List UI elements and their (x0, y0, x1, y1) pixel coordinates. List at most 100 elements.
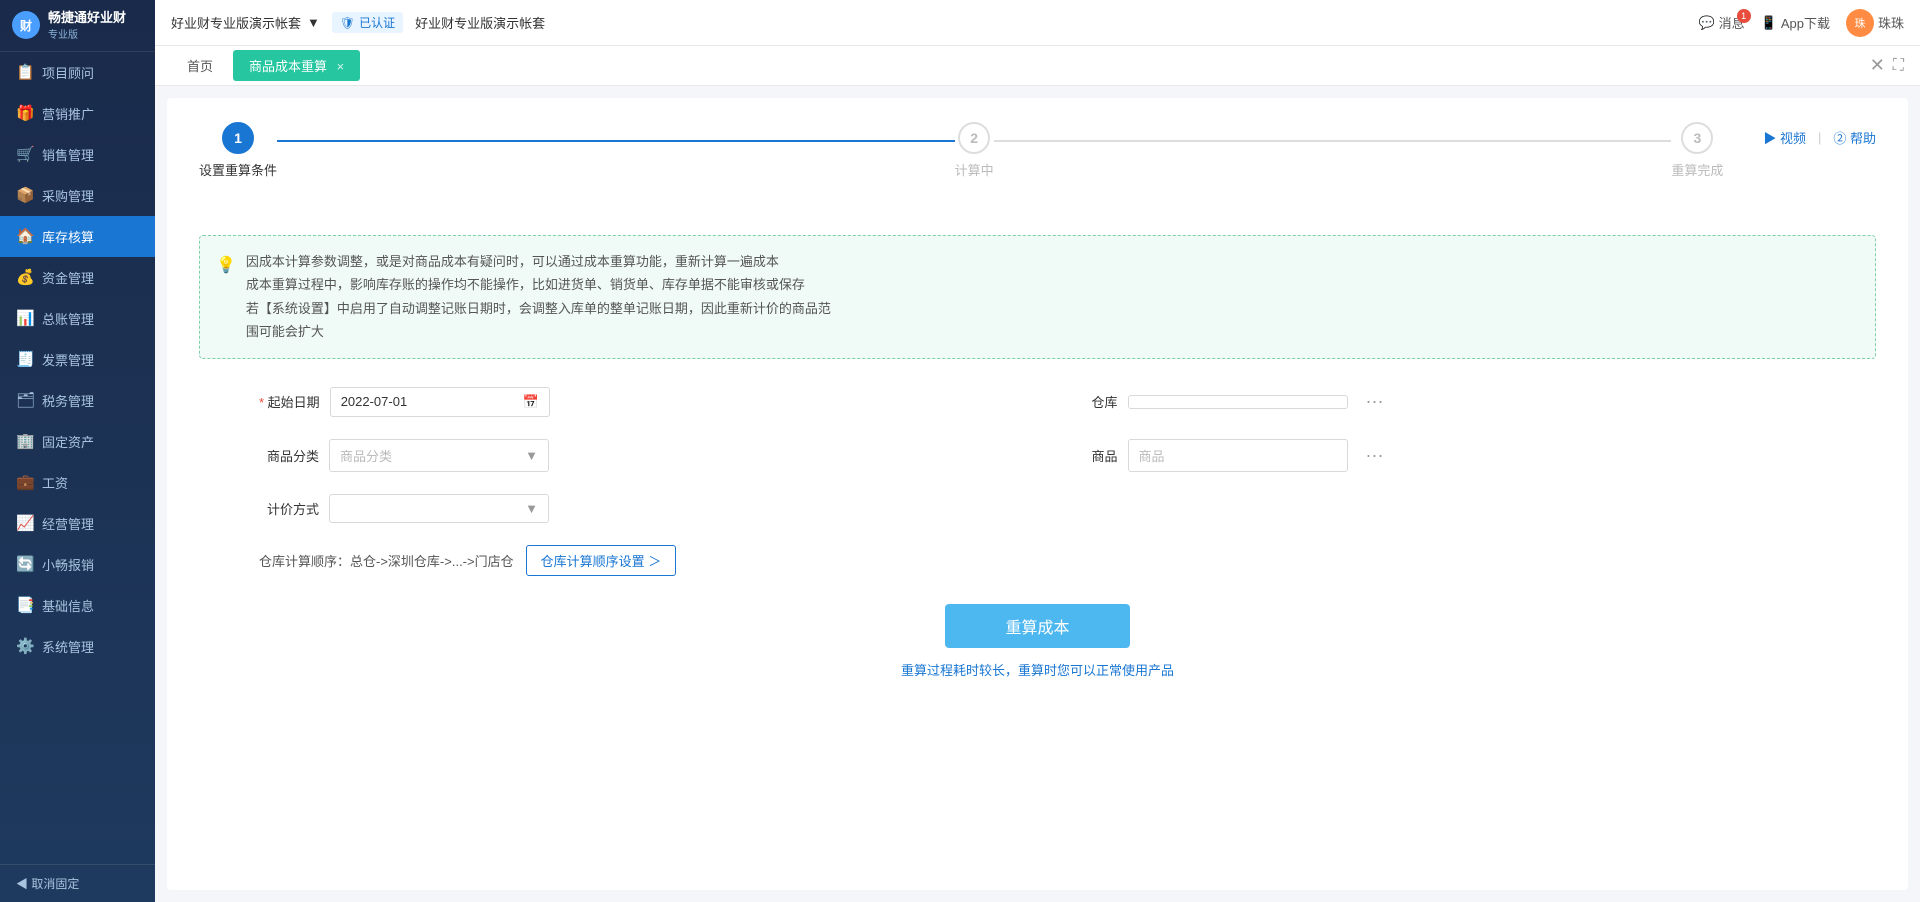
sidebar-item-project[interactable]: 📋 项目顾问 (0, 52, 155, 93)
user-profile[interactable]: 珠 珠珠 (1846, 9, 1904, 37)
content-area: 1 设置重算条件 2 计算中 3 重算完成 ▶ ▶ 视频视频 | (167, 98, 1908, 890)
sidebar-item-label: 项目顾问 (42, 63, 94, 82)
step-3-circle: 3 (1681, 122, 1713, 154)
message-button[interactable]: 💬 消息 1 (1698, 13, 1744, 32)
video-link[interactable]: ▶ ▶ 视频视频 (1763, 128, 1806, 147)
step-3-label: 重算完成 (1671, 160, 1723, 179)
start-date-input[interactable]: 2022-07-01 📅 (330, 387, 550, 417)
app-name: 畅捷通好业财 (48, 10, 126, 26)
info-line-2: 成本重算过程中，影响库存账的操作均不能操作，比如进货单、销货单、库存单据不能审核… (246, 273, 831, 296)
sidebar-item-label: 总账管理 (42, 309, 94, 328)
tax-icon: 🗂 (16, 391, 34, 409)
warehouse-input[interactable] (1128, 395, 1348, 409)
project-icon: 📋 (16, 63, 34, 81)
dropdown-arrow-icon: ▼ (307, 15, 320, 30)
step-line-2 (994, 140, 1672, 142)
sidebar-item-label: 工资 (42, 473, 68, 492)
price-method-label: 计价方式 (259, 499, 319, 518)
tab-cost-recalc[interactable]: 商品成本重算 × (233, 50, 360, 81)
tab-bar: 首页 商品成本重算 × ✕ ⛶ (155, 46, 1920, 86)
accounting-icon: 📊 (16, 309, 34, 327)
lightbulb-icon: 💡 (216, 252, 236, 344)
product-label: 商品 (1058, 446, 1118, 465)
operations-icon: 📈 (16, 514, 34, 532)
calendar-icon[interactable]: 📅 (523, 394, 539, 410)
sidebar-unpin[interactable]: ◀ 取消固定 (0, 864, 155, 902)
tab-close-icon[interactable]: × (337, 59, 345, 74)
form-row-2: 商品分类 商品分类 ▼ 商品 商品 ··· (259, 439, 1816, 472)
sidebar-item-label: 基础信息 (42, 596, 94, 615)
verified-text: 已认证 (359, 14, 395, 31)
category-select[interactable]: 商品分类 ▼ (329, 439, 549, 472)
recalc-button[interactable]: 重算成本 (945, 604, 1129, 648)
sidebar-item-label: 销售管理 (42, 145, 94, 164)
info-line-3: 若【系统设置】中启用了自动调整记账日期时，会调整入库单的整单记账日期，因此重新计… (246, 297, 831, 320)
sidebar-item-label: 经营管理 (42, 514, 94, 533)
window-close-icon[interactable]: ✕ (1870, 55, 1885, 76)
sidebar-item-expense[interactable]: 🔄小畅报销 (0, 544, 155, 585)
logo-text-block: 畅捷通好业财 专业版 (48, 10, 126, 41)
product-field: 商品 商品 ··· (1058, 439, 1817, 472)
marketing-icon: 🎁 (16, 104, 34, 122)
verified-badge: 🛡 已认证 (332, 12, 403, 33)
sidebar-item-purchase[interactable]: 📦采购管理 (0, 175, 155, 216)
product-placeholder: 商品 (1139, 446, 1165, 465)
topbar-right: 💬 消息 1 📱 App下载 珠 珠珠 (1698, 9, 1904, 37)
step-2-label: 计算中 (955, 160, 994, 179)
step-line-1 (277, 140, 955, 142)
product-input[interactable]: 商品 (1128, 439, 1348, 472)
form-row-3: 计价方式 ▼ (259, 494, 1816, 523)
sidebar-item-salary[interactable]: 💼 工资 (0, 462, 155, 503)
sidebar-item-label: 营销推广 (42, 104, 94, 123)
sidebar-item-assets[interactable]: 🏢固定资产 (0, 421, 155, 462)
sidebar-item-invoice[interactable]: 🧾发票管理 (0, 339, 155, 380)
sidebar-item-label: 小畅报销 (42, 555, 94, 574)
category-label: 商品分类 (259, 446, 319, 465)
sidebar-scroll: 📋 项目顾问 🎁 营销推广 🛒销售管理📦采购管理🏠库存核算 💰 资金管理 📊 总账管理 🧾发票管理… (0, 52, 155, 864)
sidebar-item-finance[interactable]: 💰 资金管理 (0, 257, 155, 298)
avatar: 珠 (1846, 9, 1874, 37)
account-selector[interactable]: 好业财专业版演示帐套 ▼ (171, 13, 320, 32)
submit-hint: 重算过程耗时较长，重算时您可以正常使用产品 (259, 660, 1816, 679)
app-download-button[interactable]: 📱 App下载 (1761, 13, 1830, 32)
sidebar-item-label: 资金管理 (42, 268, 94, 287)
warehouse-dots[interactable]: ··· (1366, 391, 1384, 412)
steps-bar: 1 设置重算条件 2 计算中 3 重算完成 (199, 122, 1723, 179)
sidebar-item-label: 库存核算 (42, 227, 94, 246)
step-3: 3 重算完成 (1671, 122, 1723, 179)
price-method-select[interactable]: ▼ (329, 494, 549, 523)
sidebar-item-accounting[interactable]: 📊 总账管理 (0, 298, 155, 339)
price-arrow-icon: ▼ (525, 501, 538, 516)
window-expand-icon[interactable]: ⛶ (1893, 57, 1904, 75)
form-section: 起始日期 2022-07-01 📅 仓库 ··· 商品分类 (199, 387, 1876, 679)
basic-icon: 📑 (16, 596, 34, 614)
sidebar-item-sales[interactable]: 🛒销售管理 (0, 134, 155, 175)
main-area: 好业财专业版演示帐套 ▼ 🛡 已认证 好业财专业版演示帐套 💬 消息 1 📱 A… (155, 0, 1920, 902)
product-dots[interactable]: ··· (1366, 445, 1384, 466)
step-2-circle: 2 (958, 122, 990, 154)
warehouse-order-text: 仓库计算顺序：总仓->深圳仓库->...->门店仓 (259, 551, 514, 570)
sidebar-item-marketing[interactable]: 🎁 营销推广 (0, 93, 155, 134)
step-1: 1 设置重算条件 (199, 122, 277, 179)
sidebar-item-label: 发票管理 (42, 350, 94, 369)
salary-icon: 💼 (16, 473, 34, 491)
warehouse-order-btn[interactable]: 仓库计算顺序设置 ＞ (526, 545, 677, 576)
tab-home[interactable]: 首页 (171, 50, 229, 81)
help-link[interactable]: ② 帮助 (1833, 128, 1876, 147)
sidebar-item-basic[interactable]: 📑 基础信息 (0, 585, 155, 626)
system-icon: ⚙️ (16, 637, 34, 655)
sidebar-item-system[interactable]: ⚙️ 系统管理 (0, 626, 155, 667)
sidebar-item-label: 系统管理 (42, 637, 94, 656)
sidebar-item-inventory[interactable]: 🏠库存核算 (0, 216, 155, 257)
sidebar-item-operations[interactable]: 📈 经营管理 (0, 503, 155, 544)
category-field: 商品分类 商品分类 ▼ (259, 439, 1018, 472)
sidebar-item-tax[interactable]: 🗂税务管理 (0, 380, 155, 421)
logo-icon: 财 (12, 11, 40, 39)
sidebar-logo: 财 畅捷通好业财 专业版 (0, 0, 155, 52)
topbar: 好业财专业版演示帐套 ▼ 🛡 已认证 好业财专业版演示帐套 💬 消息 1 📱 A… (155, 0, 1920, 46)
assets-icon: 🏢 (16, 432, 34, 450)
user-name: 珠珠 (1878, 13, 1904, 32)
phone-icon: 📱 (1761, 15, 1777, 31)
start-date-value: 2022-07-01 (341, 394, 408, 409)
finance-icon: 💰 (16, 268, 34, 286)
